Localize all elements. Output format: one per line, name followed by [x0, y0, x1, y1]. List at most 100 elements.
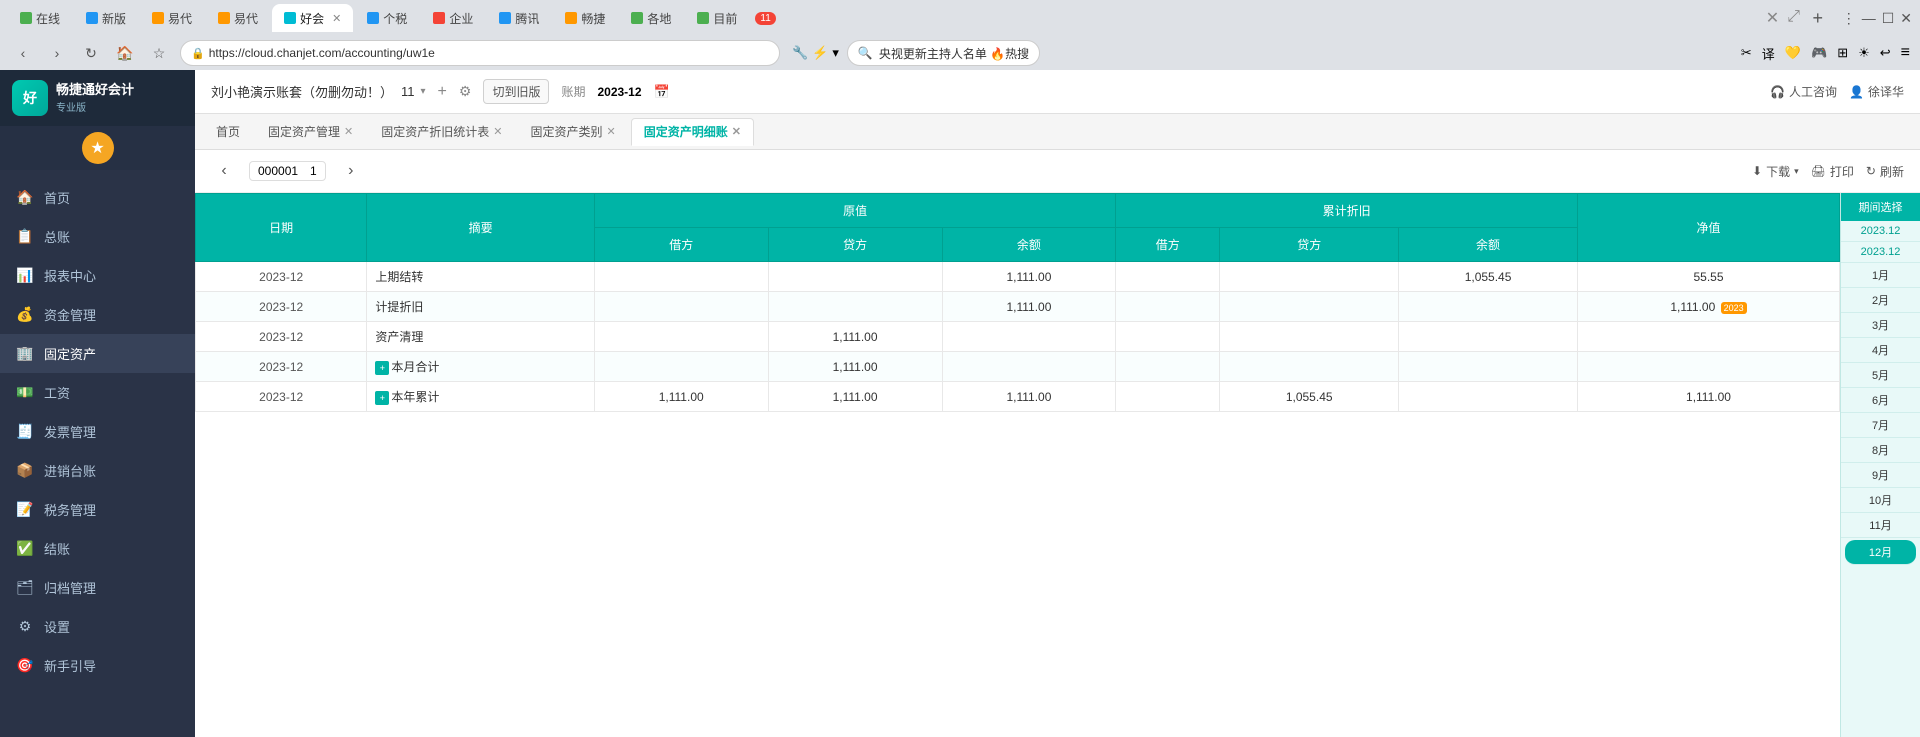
tab-close-icon[interactable]: ✕	[332, 12, 341, 25]
period-month-8月[interactable]: 8月	[1841, 438, 1920, 463]
bookmark-button[interactable]: ☆	[146, 40, 172, 66]
browser-tab-t4[interactable]: 易代	[206, 4, 270, 32]
page-tab-tab2[interactable]: 固定资产管理 ✕	[255, 118, 366, 146]
calendar-icon[interactable]: 📅	[654, 84, 670, 100]
wallet-icon[interactable]: 💛	[1785, 45, 1801, 61]
period-year-2[interactable]: 2023.12	[1841, 242, 1920, 263]
period-month-6月[interactable]: 6月	[1841, 388, 1920, 413]
refresh-button[interactable]: ↻	[78, 40, 104, 66]
switch-version-button[interactable]: 切到旧版	[483, 79, 549, 104]
period-month-3月[interactable]: 3月	[1841, 313, 1920, 338]
sidebar-item-fund[interactable]: 💰 资金管理	[0, 295, 195, 334]
menu-icon-salary: 💵	[16, 384, 34, 402]
period-month-4月[interactable]: 4月	[1841, 338, 1920, 363]
browser-tab-t5[interactable]: 好会 ✕	[272, 4, 353, 32]
table-row[interactable]: 2023-12计提折旧1,111.001,111.00 2023	[196, 292, 1840, 322]
browser-tab-t9[interactable]: 畅捷	[553, 4, 617, 32]
home-button[interactable]: 🏠	[112, 40, 138, 66]
sidebar-item-fixed[interactable]: 🏢 固定资产	[0, 334, 195, 373]
logo-icon: 好	[12, 80, 48, 116]
minimize-button[interactable]: —	[1862, 10, 1876, 26]
user-info[interactable]: 👤 徐译华	[1849, 83, 1904, 100]
sidebar-item-home[interactable]: 🏠 首页	[0, 178, 195, 217]
period-year-1[interactable]: 2023.12	[1841, 221, 1920, 242]
browser-tab-t3[interactable]: 易代	[140, 4, 204, 32]
sidebar-item-invoice[interactable]: 🧾 发票管理	[0, 412, 195, 451]
sidebar-item-inventory[interactable]: 📦 进销台账	[0, 451, 195, 490]
sidebar-item-ledger[interactable]: 📋 总账	[0, 217, 195, 256]
sidebar-item-guide[interactable]: 🎯 新手引导	[0, 646, 195, 685]
sidebar-item-tax[interactable]: 📝 税务管理	[0, 490, 195, 529]
company-selector[interactable]: 刘小艳演示账套（勿删勿动！） 11 ▾	[211, 82, 426, 101]
undo-icon[interactable]: ↩	[1880, 45, 1891, 61]
period-month-5月[interactable]: 5月	[1841, 363, 1920, 388]
page-tab-close-icon[interactable]: ✕	[344, 125, 353, 138]
consult-button[interactable]: 🎧 人工咨询	[1770, 83, 1837, 100]
forward-button[interactable]: ›	[44, 40, 70, 66]
browser-tab-t8[interactable]: 腾讯	[487, 4, 551, 32]
page-tab-tab1[interactable]: 首页	[203, 118, 253, 146]
next-page-button[interactable]: ›	[338, 158, 364, 184]
page-tab-close-icon[interactable]: ✕	[607, 125, 616, 138]
period-month-7月[interactable]: 7月	[1841, 413, 1920, 438]
sidebar-item-report[interactable]: 📊 报表中心	[0, 256, 195, 295]
period-month-1月[interactable]: 1月	[1841, 263, 1920, 288]
period-month-2月[interactable]: 2月	[1841, 288, 1920, 313]
menu-icon[interactable]: ≡	[1901, 44, 1910, 62]
sidebar-item-salary[interactable]: 💵 工资	[0, 373, 195, 412]
table-row[interactable]: 2023-12上期结转1,111.001,055.4555.55	[196, 262, 1840, 292]
extension-icon-1[interactable]: 🔧	[792, 45, 808, 61]
sub-header-借方: 借方	[1116, 228, 1220, 262]
table-row[interactable]: 2023-12+本年累计1,111.001,111.001,111.001,05…	[196, 382, 1840, 412]
page-tab-tab3[interactable]: 固定资产折旧统计表 ✕	[368, 118, 515, 146]
browser-tab-t7[interactable]: 企业	[421, 4, 485, 32]
search-bar[interactable]: 🔍 央视更新主持人名单 🔥热搜	[847, 40, 1040, 66]
translate-icon[interactable]: 译	[1762, 44, 1775, 63]
add-company-icon[interactable]: +	[438, 83, 447, 101]
browser-tab-t6[interactable]: 个税	[355, 4, 419, 32]
tab-options-icon[interactable]: ⋮	[1842, 10, 1856, 27]
maximize-button[interactable]: ☐	[1882, 10, 1895, 27]
game-icon[interactable]: 🎮	[1811, 45, 1827, 61]
settings-icon[interactable]: ⚙	[459, 83, 472, 100]
download-button[interactable]: ⬇ 下载 ▾	[1752, 163, 1799, 180]
close-window-button[interactable]: ✕	[1900, 10, 1912, 27]
sidebar-item-archive[interactable]: 🗂 归档管理	[0, 568, 195, 607]
dropdown-icon[interactable]: ▾	[832, 45, 839, 61]
sub-header-贷方: 贷方	[768, 228, 942, 262]
back-button[interactable]: ‹	[10, 40, 36, 66]
col-header-累计折旧: 累计折旧	[1116, 194, 1578, 228]
cell-yz-credit: 1,111.00	[768, 382, 942, 412]
sidebar-item-checkout[interactable]: ✅ 结账	[0, 529, 195, 568]
new-tab-button[interactable]: +	[1804, 4, 1832, 32]
extension-icon-2[interactable]: ⚡	[812, 45, 828, 61]
table-row[interactable]: 2023-12+本月合计1,111.00	[196, 352, 1840, 382]
address-bar[interactable]: 🔒 https://cloud.chanjet.com/accounting/u…	[180, 40, 780, 66]
scissors-icon[interactable]: ✂	[1741, 45, 1752, 61]
page-tab-close-icon[interactable]: ✕	[732, 125, 741, 138]
dropdown-chevron-icon[interactable]: ▾	[421, 86, 426, 97]
page-tab-tab4[interactable]: 固定资产类别 ✕	[517, 118, 628, 146]
tab-favicon	[218, 12, 230, 24]
pagination-box[interactable]: 000001 1	[249, 161, 326, 181]
browser-tab-t10[interactable]: 各地	[619, 4, 683, 32]
star-button[interactable]: ★	[82, 132, 114, 164]
refresh-button[interactable]: ↻ 刷新	[1866, 163, 1904, 180]
grid-icon[interactable]: ⊞	[1837, 45, 1848, 61]
brightness-icon[interactable]: ☀	[1858, 45, 1870, 61]
browser-tab-t1[interactable]: 在线	[8, 4, 72, 32]
period-month-11月[interactable]: 11月	[1841, 513, 1920, 538]
tab-label: 目前	[713, 10, 737, 27]
cell-yz-balance: 1,111.00	[942, 382, 1116, 412]
page-tab-tab5[interactable]: 固定资产明细账 ✕	[631, 118, 754, 146]
sidebar-item-settings[interactable]: ⚙ 设置	[0, 607, 195, 646]
print-button[interactable]: 🖨 打印	[1811, 163, 1854, 180]
page-tab-close-icon[interactable]: ✕	[493, 125, 502, 138]
period-month-10月[interactable]: 10月	[1841, 488, 1920, 513]
browser-tab-t2[interactable]: 新版	[74, 4, 138, 32]
prev-page-button[interactable]: ‹	[211, 158, 237, 184]
table-row[interactable]: 2023-12资产清理1,111.00	[196, 322, 1840, 352]
browser-tab-t11[interactable]: 目前	[685, 4, 749, 32]
period-month-9月[interactable]: 9月	[1841, 463, 1920, 488]
period-month-12月[interactable]: 12月	[1845, 540, 1916, 565]
